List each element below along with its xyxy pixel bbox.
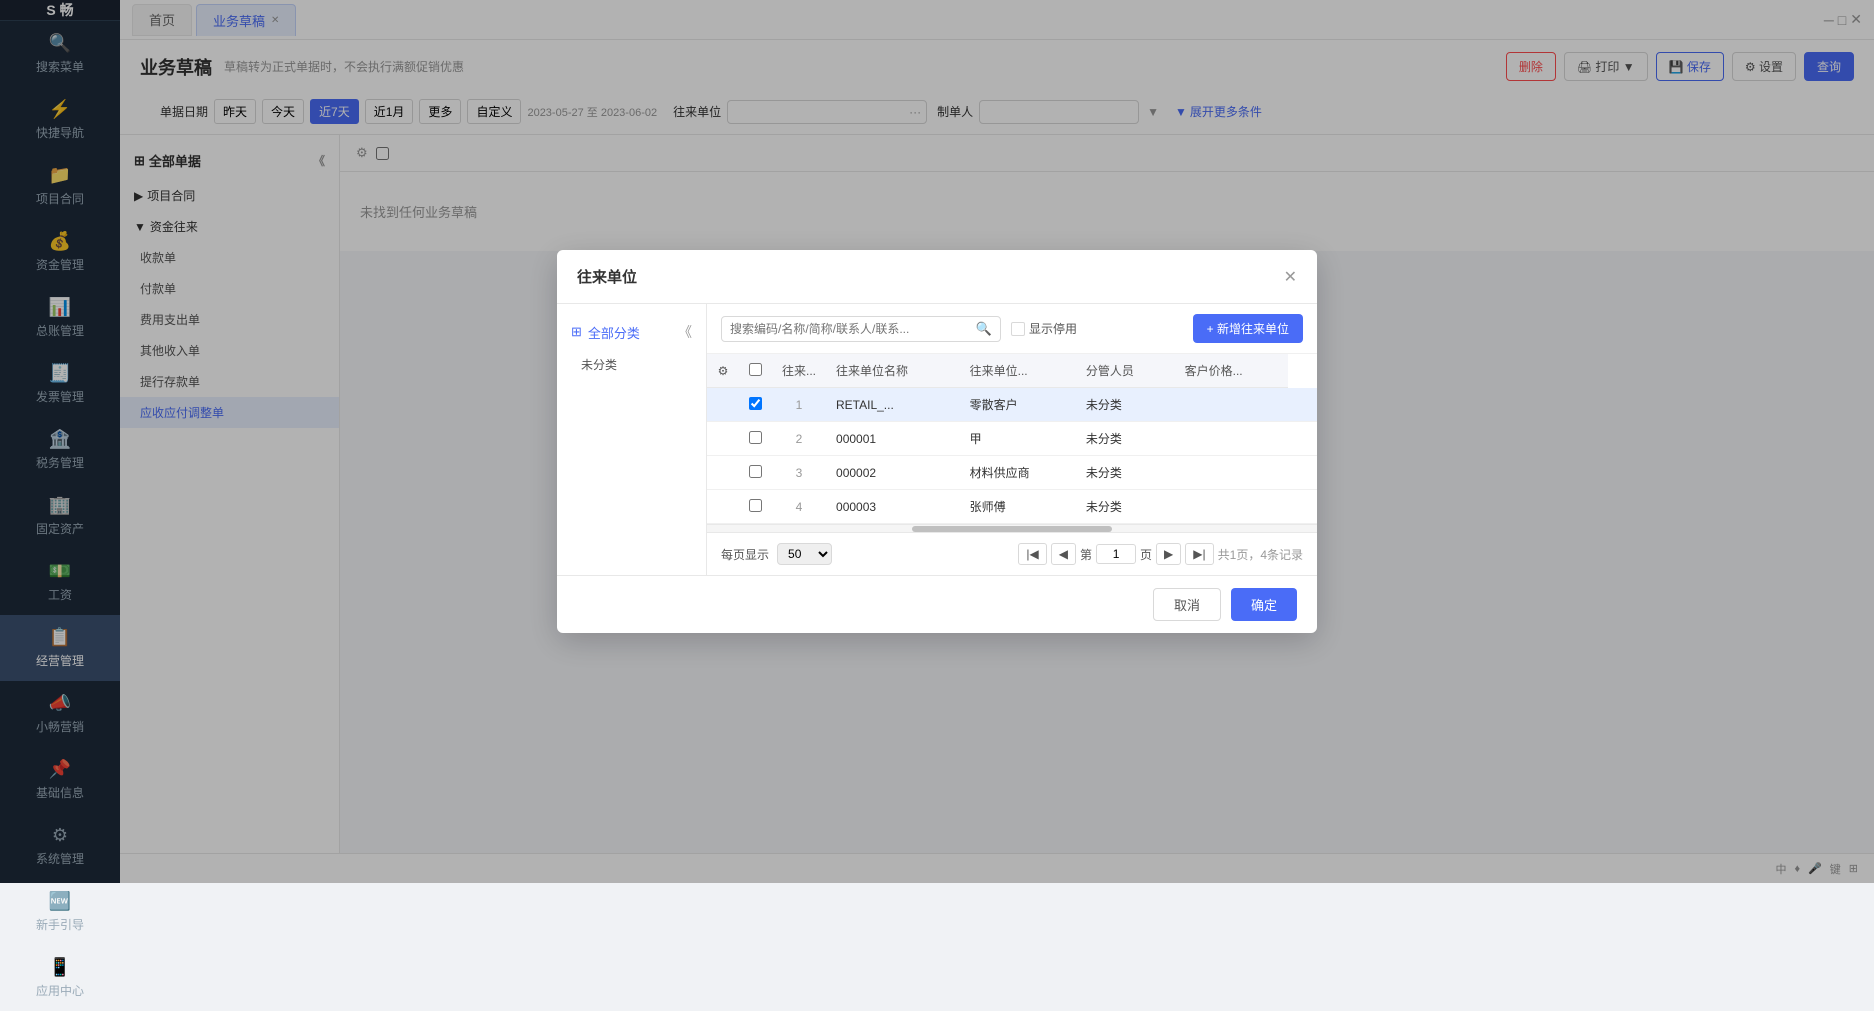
- row-name: 零散客户: [960, 388, 1076, 422]
- row-gear-icon: [707, 388, 739, 422]
- row-checkbox-cell: [739, 456, 772, 490]
- grid-icon: ⊞: [571, 324, 582, 340]
- row-num: 2: [772, 422, 826, 456]
- per-page-label: 每页显示: [721, 546, 769, 563]
- dialog-overlay: 往来单位 ✕ ⊞ 全部分类 《 未分类: [0, 0, 1874, 883]
- show-disabled-label: 显示停用: [1029, 320, 1077, 337]
- category-uncategorized-label: 未分类: [581, 358, 617, 372]
- dialog-categories: ⊞ 全部分类 《 未分类: [557, 304, 707, 575]
- scrollbar-thumb: [912, 526, 1112, 532]
- row-checkbox[interactable]: [749, 397, 762, 410]
- row-code: 000003: [826, 490, 960, 524]
- page-label: 第: [1080, 546, 1092, 563]
- row-checkbox-cell: [739, 422, 772, 456]
- page-size-select[interactable]: 50 20 100: [777, 543, 832, 565]
- row-gear-icon: [707, 456, 739, 490]
- col-header-manager: 分管人员: [1076, 354, 1175, 388]
- row-price: [1288, 490, 1317, 524]
- search-icon: 🔍: [976, 321, 992, 337]
- new-icon: 🆕: [49, 891, 71, 912]
- row-num: 4: [772, 490, 826, 524]
- page-last-btn[interactable]: ▶|: [1185, 543, 1213, 565]
- row-name: 甲: [960, 422, 1076, 456]
- table-row[interactable]: 1 RETAIL_... 零散客户 未分类: [707, 388, 1317, 422]
- sidebar-item-label: 应用中心: [36, 982, 84, 999]
- row-num: 3: [772, 456, 826, 490]
- category-all-item[interactable]: ⊞ 全部分类 《: [557, 314, 706, 350]
- col-header-category: 往来单位...: [960, 354, 1076, 388]
- col-header-code: 往来...: [772, 354, 826, 388]
- sidebar-item-label: 新手引导: [36, 916, 84, 933]
- page-prev-btn[interactable]: ◀: [1051, 543, 1076, 565]
- dialog-right-panel: 🔍 显示停用 + 新增往来单位 ⚙: [707, 304, 1317, 575]
- horizontal-scrollbar[interactable]: [707, 524, 1317, 532]
- table-row[interactable]: 3 000002 材料供应商 未分类: [707, 456, 1317, 490]
- apps-icon: 📱: [49, 957, 71, 978]
- table-row[interactable]: 2 000001 甲 未分类: [707, 422, 1317, 456]
- row-manager: [1175, 490, 1288, 524]
- dialog-pagination: 每页显示 50 20 100 |◀ ◀ 第 页 ▶ ▶| 共1页，4: [707, 532, 1317, 575]
- partner-table: ⚙ 往来... 往来单位名称 往来单位... 分管人员 客户价格...: [707, 354, 1317, 524]
- row-checkbox-cell: [739, 490, 772, 524]
- row-code: RETAIL_...: [826, 388, 960, 422]
- row-price: [1288, 456, 1317, 490]
- page-number-input[interactable]: [1096, 544, 1136, 564]
- row-code: 000002: [826, 456, 960, 490]
- partner-search-input[interactable]: [730, 322, 970, 336]
- page-suffix: 页: [1140, 546, 1152, 563]
- row-price: [1288, 388, 1317, 422]
- row-checkbox-cell: [739, 388, 772, 422]
- table-row[interactable]: 4 000003 张师傅 未分类: [707, 490, 1317, 524]
- page-navigation: |◀ ◀ 第 页 ▶ ▶| 共1页，4条记录: [1018, 543, 1303, 565]
- row-num: 1: [772, 388, 826, 422]
- col-header-gear: ⚙: [707, 354, 739, 388]
- row-checkbox[interactable]: [749, 465, 762, 478]
- table-select-all[interactable]: [749, 363, 762, 376]
- row-manager: [1175, 388, 1288, 422]
- category-all-label: 全部分类: [588, 323, 640, 342]
- row-checkbox[interactable]: [749, 499, 762, 512]
- row-name: 张师傅: [960, 490, 1076, 524]
- row-category: 未分类: [1076, 388, 1175, 422]
- row-price: [1288, 422, 1317, 456]
- cancel-button[interactable]: 取消: [1153, 588, 1221, 621]
- confirm-button[interactable]: 确定: [1231, 588, 1297, 621]
- row-manager: [1175, 456, 1288, 490]
- row-manager: [1175, 422, 1288, 456]
- page-next-btn[interactable]: ▶: [1156, 543, 1181, 565]
- row-category: 未分类: [1076, 456, 1175, 490]
- category-collapse-icon[interactable]: 《: [678, 322, 692, 342]
- category-uncategorized[interactable]: 未分类: [557, 350, 706, 379]
- row-code: 000001: [826, 422, 960, 456]
- add-partner-button[interactable]: + 新增往来单位: [1193, 314, 1303, 343]
- row-gear-icon: [707, 490, 739, 524]
- row-category: 未分类: [1076, 490, 1175, 524]
- partner-dialog: 往来单位 ✕ ⊞ 全部分类 《 未分类: [557, 250, 1317, 633]
- col-header-check: [739, 354, 772, 388]
- show-disabled-checkbox[interactable]: [1011, 322, 1025, 336]
- dialog-footer: 取消 确定: [557, 575, 1317, 633]
- partner-search-box: 🔍: [721, 316, 1001, 342]
- row-gear-icon: [707, 422, 739, 456]
- add-partner-label: + 新增往来单位: [1207, 320, 1289, 337]
- show-disabled-toggle[interactable]: 显示停用: [1011, 320, 1077, 337]
- page-first-btn[interactable]: |◀: [1018, 543, 1046, 565]
- sidebar-item-guide[interactable]: 🆕 新手引导: [0, 879, 120, 945]
- dialog-header: 往来单位 ✕: [557, 250, 1317, 304]
- row-category: 未分类: [1076, 422, 1175, 456]
- dialog-toolbar: 🔍 显示停用 + 新增往来单位: [707, 304, 1317, 354]
- col-header-price: 客户价格...: [1175, 354, 1288, 388]
- col-header-name: 往来单位名称: [826, 354, 960, 388]
- page-total: 共1页，4条记录: [1218, 546, 1303, 563]
- row-name: 材料供应商: [960, 456, 1076, 490]
- dialog-close-button[interactable]: ✕: [1284, 267, 1297, 287]
- dialog-title: 往来单位: [577, 266, 637, 287]
- dialog-body: ⊞ 全部分类 《 未分类 🔍 显示停用: [557, 304, 1317, 575]
- sidebar-item-apps[interactable]: 📱 应用中心: [0, 945, 120, 1011]
- row-checkbox[interactable]: [749, 431, 762, 444]
